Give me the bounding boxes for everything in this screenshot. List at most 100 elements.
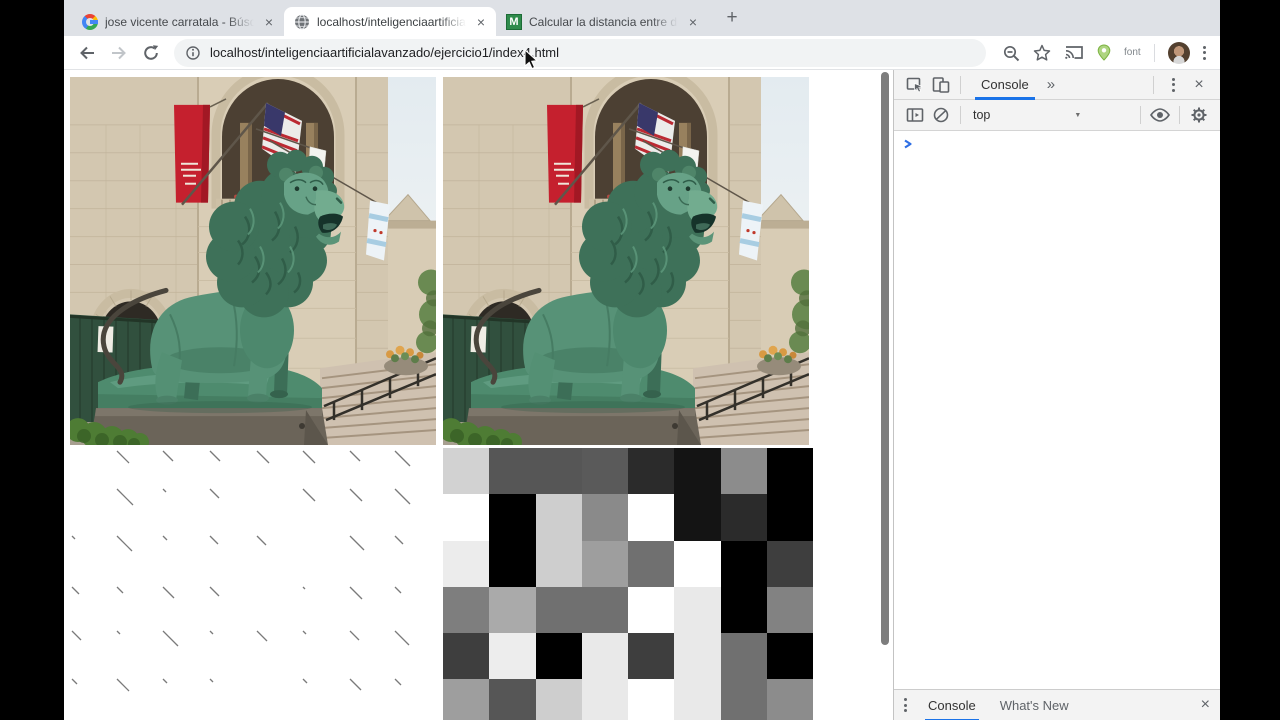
gradient-stroke (116, 450, 130, 464)
grayscale-cell (489, 679, 536, 720)
grayscale-cell (720, 633, 767, 680)
grayscale-cell (581, 540, 628, 587)
gradient-stroke (394, 586, 402, 594)
gradient-strokes-canvas (71, 450, 411, 692)
tab-article[interactable]: M Calcular la distancia entre dos × (496, 7, 708, 36)
gradient-stroke (162, 630, 179, 647)
devtools-tab-bar: Console » × (894, 70, 1220, 100)
back-button[interactable] (74, 40, 100, 66)
font-extension-label[interactable]: font (1124, 47, 1141, 58)
drawer-tab-whats-new[interactable]: What's New (997, 690, 1072, 720)
forward-button[interactable] (106, 40, 132, 66)
grayscale-cell (628, 586, 675, 634)
grayscale-cell (581, 679, 628, 720)
grayscale-cell (674, 448, 721, 495)
content-area: Console » × top ▼ Console What's New × (64, 70, 1220, 720)
grayscale-cell (628, 448, 675, 495)
tab-google-search[interactable]: jose vicente carratala - Búsque × (72, 7, 284, 36)
grayscale-cell (535, 586, 582, 634)
console-prompt-icon (904, 139, 912, 149)
chevron-down-icon[interactable]: ▼ (1074, 112, 1081, 119)
grayscale-cell (535, 679, 582, 720)
devtools-separator (960, 75, 961, 94)
gradient-stroke (349, 586, 363, 600)
grayscale-cell (720, 540, 767, 587)
grayscale-cell (766, 586, 813, 634)
tab-strip: jose vicente carratala - Búsque × localh… (64, 0, 1220, 36)
context-selector[interactable]: top (973, 108, 990, 122)
bookmark-star-icon[interactable] (1033, 44, 1051, 62)
browser-menu-icon[interactable] (1202, 45, 1206, 60)
gradient-stroke (116, 678, 130, 692)
inspect-element-icon[interactable] (902, 73, 928, 97)
gradient-stroke (162, 450, 174, 462)
gradient-stroke (116, 586, 124, 594)
drawer-menu-icon[interactable] (904, 698, 907, 712)
console-settings-gear-icon[interactable] (1186, 103, 1212, 127)
close-tab-icon[interactable]: × (261, 14, 277, 30)
tab-localhost-active[interactable]: localhost/inteligenciaartificiala × (284, 7, 496, 36)
mouse-cursor (524, 49, 539, 70)
grayscale-cell (628, 540, 675, 587)
devtools-panel: Console » × top ▼ Console What's New × (893, 70, 1220, 720)
close-tab-icon[interactable]: × (685, 14, 701, 30)
gradient-stroke (116, 488, 134, 506)
gradient-stroke (256, 630, 268, 642)
gradient-stroke (302, 678, 308, 684)
gradient-stroke (349, 535, 365, 551)
pin-extension-icon[interactable] (1097, 44, 1111, 61)
gradient-stroke (349, 488, 363, 502)
grayscale-cell (674, 494, 721, 541)
new-tab-button[interactable]: + (718, 4, 746, 32)
grayscale-cell (443, 679, 490, 720)
grayscale-cell (535, 448, 582, 495)
close-tab-icon[interactable]: × (473, 14, 489, 30)
gradient-stroke (302, 450, 316, 464)
gradient-stroke (394, 488, 411, 505)
gradient-stroke (162, 488, 167, 493)
zoom-out-icon[interactable] (1002, 44, 1020, 62)
grayscale-cell (443, 494, 490, 541)
device-toolbar-icon[interactable] (928, 73, 954, 97)
green-m-favicon: M (506, 13, 522, 30)
grayscale-cell (535, 494, 582, 541)
gradient-stroke (162, 678, 168, 684)
gradient-stroke (209, 488, 220, 499)
grayscale-cell (443, 448, 490, 495)
url-text: localhost/inteligenciaartificialavanzado… (210, 45, 560, 60)
grayscale-cell (766, 494, 813, 541)
devtools-close-icon[interactable]: × (1186, 73, 1212, 97)
gradient-stroke (256, 450, 270, 464)
devtools-menu-icon[interactable] (1160, 73, 1186, 97)
gradient-stroke (71, 678, 78, 685)
page-scrollbar[interactable] (881, 72, 889, 645)
gradient-stroke (349, 450, 361, 462)
gradient-stroke (394, 630, 410, 646)
drawer-tab-console[interactable]: Console (925, 690, 979, 720)
devtools-drawer: Console What's New × (894, 689, 1220, 720)
lion-photo-right (443, 77, 809, 445)
clear-console-icon[interactable] (928, 103, 954, 127)
page-info-icon[interactable] (186, 45, 200, 60)
more-tabs-icon[interactable]: » (1047, 76, 1055, 93)
profile-avatar[interactable] (1167, 41, 1190, 64)
screen: jose vicente carratala - Búsque × localh… (0, 0, 1280, 720)
grayscale-cell (443, 633, 490, 680)
live-expression-eye-icon[interactable] (1147, 103, 1173, 127)
grayscale-cell (489, 633, 536, 680)
grayscale-cell (720, 494, 767, 541)
cast-extension-icon[interactable] (1064, 44, 1084, 61)
grayscale-cell (628, 494, 675, 541)
address-bar[interactable]: localhost/inteligenciaartificialavanzado… (174, 38, 986, 67)
grayscale-cell (489, 448, 536, 495)
console-sidebar-toggle-icon[interactable] (902, 103, 928, 127)
devtools-tab-console[interactable]: Console (975, 70, 1035, 100)
reload-button[interactable] (138, 40, 164, 66)
gradient-stroke (116, 535, 133, 552)
globe-favicon (295, 13, 309, 30)
drawer-close-icon[interactable]: × (1201, 696, 1210, 714)
browser-window: jose vicente carratala - Búsque × localh… (64, 0, 1220, 720)
gradient-stroke (209, 535, 219, 545)
console-output[interactable] (894, 131, 1220, 689)
web-page (64, 70, 893, 720)
